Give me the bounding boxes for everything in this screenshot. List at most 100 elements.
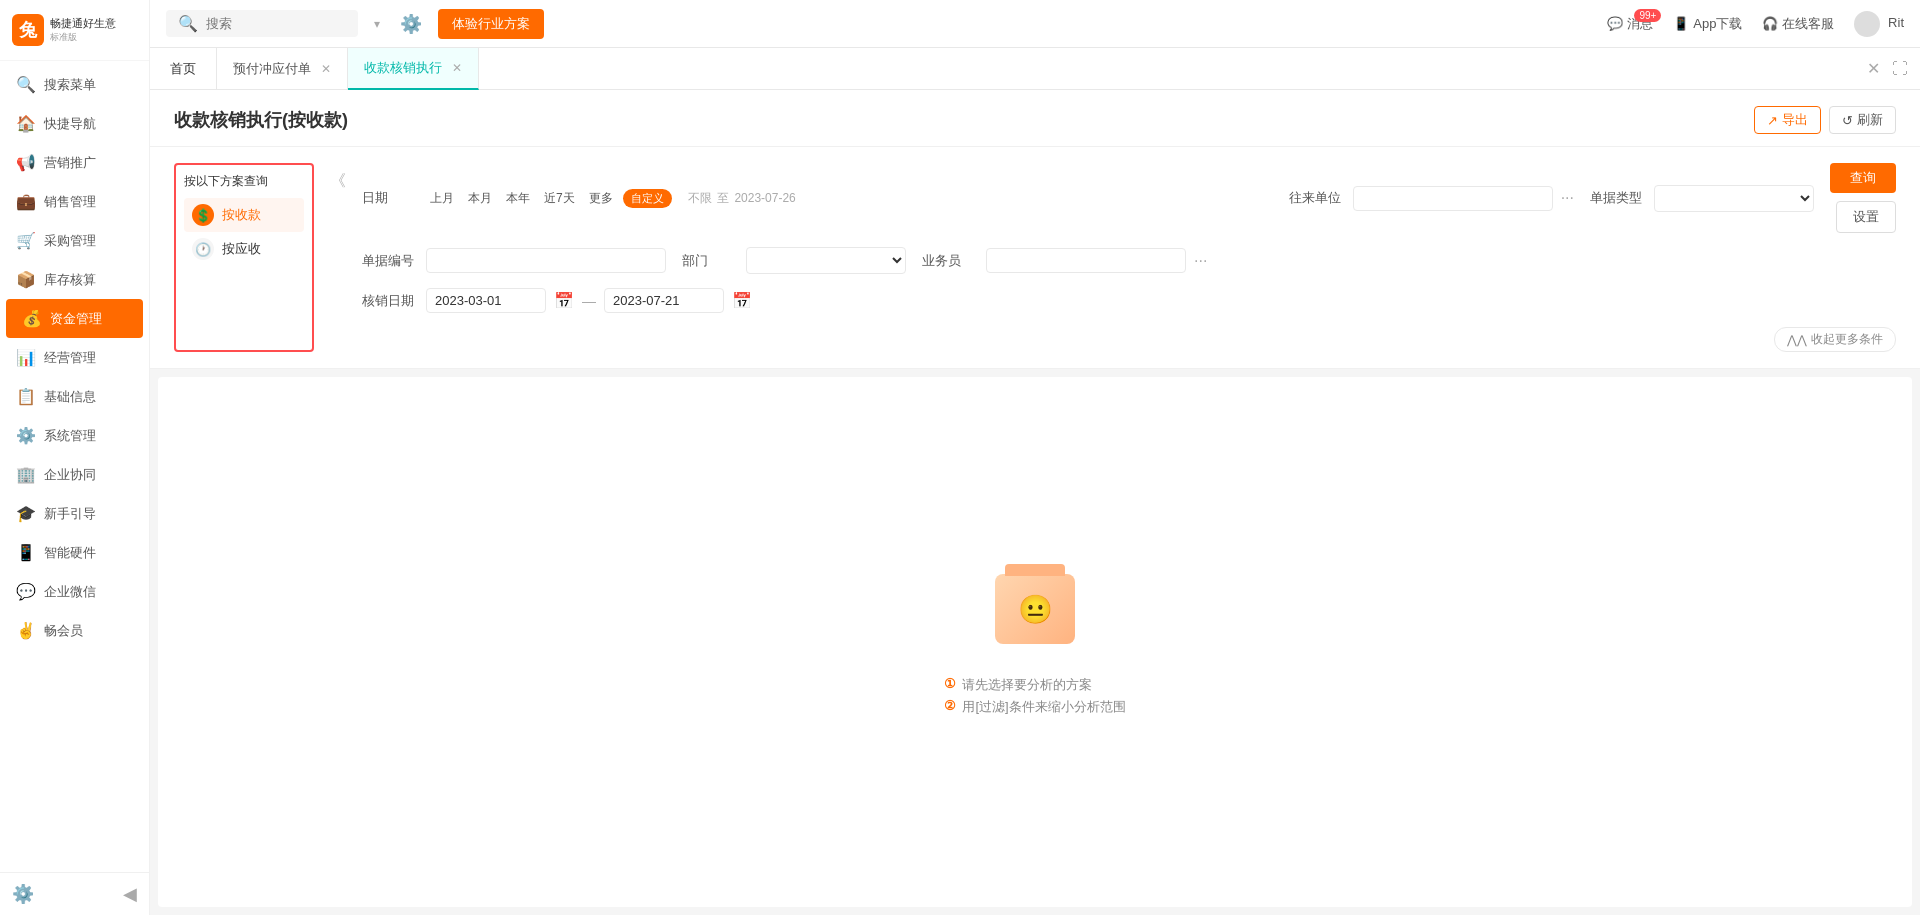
filter-option-by-receivable[interactable]: 🕐 按应收 [184, 232, 304, 266]
sidebar-item-label: 企业协同 [44, 466, 96, 484]
calendar-to-icon[interactable]: 📅 [732, 291, 752, 310]
expand-tab-button[interactable]: ⛶ [1888, 56, 1912, 82]
date-this-year[interactable]: 本年 [502, 188, 534, 209]
filter-field-unit: 往来单位 ··· [1289, 186, 1574, 211]
verifydate-label: 核销日期 [362, 292, 418, 310]
sidebar-item-sales[interactable]: 💼 销售管理 [0, 182, 149, 221]
verifydate-to-input[interactable] [604, 288, 724, 313]
enterprise-icon: 🏢 [16, 465, 36, 484]
search-icon: 🔍 [178, 14, 198, 33]
staff-label: 业务员 [922, 252, 978, 270]
settings-button[interactable]: 设置 [1836, 201, 1896, 233]
query-button[interactable]: 查询 [1830, 163, 1896, 193]
date-7days[interactable]: 近7天 [540, 188, 579, 209]
filter-field-staff: 业务员 ··· [922, 248, 1207, 273]
search-input[interactable] [206, 16, 346, 31]
sidebar-item-label: 营销推广 [44, 154, 96, 172]
unit-dots-icon[interactable]: ··· [1561, 189, 1574, 207]
docno-input[interactable] [426, 248, 666, 273]
avatar [1854, 11, 1880, 37]
filter-field-docno: 单据编号 [362, 248, 666, 273]
tabbar: 首页 预付冲应付单 ✕ 收款核销执行 ✕ ✕ ⛶ [150, 48, 1920, 90]
sidebar-item-operations[interactable]: 📊 经营管理 [0, 338, 149, 377]
page-actions: ↗ 导出 ↺ 刷新 [1754, 106, 1896, 146]
inventory-icon: 📦 [16, 270, 36, 289]
tab-close-icon[interactable]: ✕ [321, 62, 331, 76]
dept-select[interactable] [746, 247, 906, 274]
export-button[interactable]: ↗ 导出 [1754, 106, 1821, 134]
basic-icon: 📋 [16, 387, 36, 406]
search-box[interactable]: 🔍 [166, 10, 358, 37]
sidebar-item-marketing[interactable]: 📢 营销推广 [0, 143, 149, 182]
empty-tip2: ② 用[过滤]条件来缩小分析范围 [944, 698, 1125, 716]
right-actions: 查询 设置 [1830, 163, 1896, 233]
doctype-label: 单据类型 [1590, 189, 1646, 207]
sidebar-item-hardware[interactable]: 📱 智能硬件 [0, 533, 149, 572]
user-area[interactable]: Rit [1854, 11, 1904, 37]
unit-label: 往来单位 [1289, 189, 1345, 207]
sidebar-item-member[interactable]: ✌️ 畅会员 [0, 611, 149, 650]
message-button[interactable]: 💬 消息 99+ [1607, 15, 1653, 33]
verifydate-from-input[interactable] [426, 288, 546, 313]
tab-receipt[interactable]: 收款核销执行 ✕ [348, 48, 479, 90]
purchase-icon: 🛒 [16, 231, 36, 250]
sidebar-item-purchase[interactable]: 🛒 采购管理 [0, 221, 149, 260]
collapse-icon[interactable]: 《 [330, 171, 346, 192]
hardware-icon: 📱 [16, 543, 36, 562]
date-last-month[interactable]: 上月 [426, 188, 458, 209]
sidebar-item-search[interactable]: 🔍 搜索菜单 [0, 65, 149, 104]
empty-tip1: ① 请先选择要分析的方案 [944, 676, 1125, 694]
date-range-dash: — [582, 293, 596, 309]
message-badge: 99+ [1634, 9, 1661, 22]
sidebar-item-wechat[interactable]: 💬 企业微信 [0, 572, 149, 611]
sidebar-item-label: 基础信息 [44, 388, 96, 406]
staff-dots-icon[interactable]: ··· [1194, 252, 1207, 270]
content-area: 收款核销执行(按收款) ↗ 导出 ↺ 刷新 按以下方案查询 💲 按收款 [150, 90, 1920, 915]
date-this-month[interactable]: 本月 [464, 188, 496, 209]
solution-button[interactable]: 体验行业方案 [438, 9, 544, 39]
collapse-sidebar-icon[interactable]: ◀ [123, 883, 137, 905]
filter-field-date: 日期 上月 本月 本年 近7天 更多 自定义 不限 至 2023-07 [362, 188, 796, 209]
sidebar-item-quick[interactable]: 🏠 快捷导航 [0, 104, 149, 143]
sidebar-menu: 🔍 搜索菜单 🏠 快捷导航 📢 营销推广 💼 销售管理 🛒 采购管理 📦 库存核… [0, 61, 149, 872]
settings-icon[interactable]: ⚙️ [12, 883, 34, 905]
sidebar-item-basic[interactable]: 📋 基础信息 [0, 377, 149, 416]
calendar-from-icon[interactable]: 📅 [554, 291, 574, 310]
tab-home[interactable]: 首页 [150, 48, 217, 90]
export-icon: ↗ [1767, 113, 1778, 128]
topbar-gear-icon[interactable]: ⚙️ [400, 13, 422, 35]
filter-area: 按以下方案查询 💲 按收款 🕐 按应收 《 日期 [150, 147, 1920, 369]
filter-option-by-receipt[interactable]: 💲 按收款 [184, 198, 304, 232]
sidebar-item-label: 智能硬件 [44, 544, 96, 562]
refresh-button[interactable]: ↺ 刷新 [1829, 106, 1896, 134]
date-more[interactable]: 更多 [585, 188, 617, 209]
doctype-select[interactable] [1654, 185, 1814, 212]
page-title: 收款核销执行(按收款) [174, 108, 348, 144]
sidebar-item-guide[interactable]: 🎓 新手引导 [0, 494, 149, 533]
logo-icon: 兔 [12, 14, 44, 46]
date-custom[interactable]: 自定义 [623, 189, 672, 208]
search-chevron-icon[interactable]: ▾ [374, 17, 380, 31]
logo-text-block: 畅捷通好生意 标准版 [50, 16, 116, 43]
sidebar-item-enterprise[interactable]: 🏢 企业协同 [0, 455, 149, 494]
date-label: 日期 [362, 189, 418, 207]
app-name: 畅捷通好生意 [50, 16, 116, 30]
filter-collapse-arrow[interactable]: 《 [330, 163, 346, 352]
mobile-icon: 📱 [1673, 16, 1689, 31]
collapse-more-button[interactable]: ⋀⋀ 收起更多条件 [1774, 327, 1896, 352]
close-tab-button[interactable]: ✕ [1863, 55, 1884, 82]
system-icon: ⚙️ [16, 426, 36, 445]
sidebar-item-finance[interactable]: 💰 资金管理 [6, 299, 143, 338]
refresh-icon: ↺ [1842, 113, 1853, 128]
tab-close-icon[interactable]: ✕ [452, 61, 462, 75]
sidebar-item-label: 新手引导 [44, 505, 96, 523]
app-download-button[interactable]: 📱 App下载 [1673, 15, 1742, 33]
tab-prepay[interactable]: 预付冲应付单 ✕ [217, 48, 348, 90]
staff-input[interactable] [986, 248, 1186, 273]
sidebar-item-system[interactable]: ⚙️ 系统管理 [0, 416, 149, 455]
receipt-icon: 💲 [192, 204, 214, 226]
wechat-icon: 💬 [16, 582, 36, 601]
unit-input[interactable] [1353, 186, 1553, 211]
online-service-button[interactable]: 🎧 在线客服 [1762, 15, 1834, 33]
sidebar-item-inventory[interactable]: 📦 库存核算 [0, 260, 149, 299]
